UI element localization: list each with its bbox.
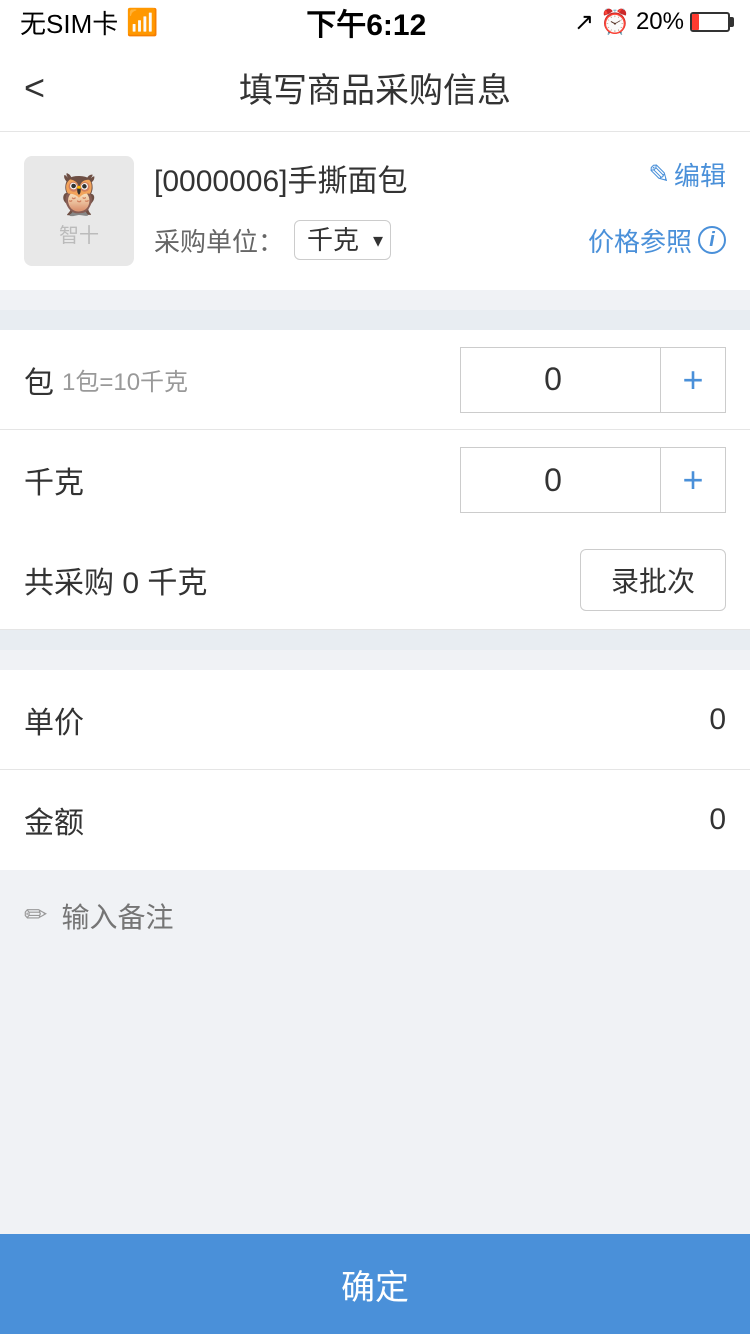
- kg-plus-button[interactable]: +: [660, 447, 726, 513]
- location-icon: ↗: [574, 8, 594, 37]
- product-name: [0000006]手撕面包: [154, 156, 407, 200]
- bag-plus-button[interactable]: +: [660, 347, 726, 413]
- nav-bar: < 填写商品采购信息: [0, 44, 750, 132]
- kg-input-control: +: [460, 447, 726, 513]
- edit-icon: ✎: [648, 159, 670, 190]
- bag-sublabel: 1包=10千克: [62, 362, 460, 397]
- input-section: 包 1包=10千克 + 千克 +: [0, 330, 750, 530]
- edit-button[interactable]: ✎ 编辑: [648, 156, 726, 193]
- product-card: 🦉 智十 [0000006]手撕面包 ✎ 编辑 采购单位： 千克 价格参照 i: [0, 132, 750, 290]
- unit-label: 采购单位：: [154, 222, 284, 259]
- battery-text: 20%: [636, 8, 684, 36]
- amount-row: 金额 0: [0, 770, 750, 870]
- confirm-button[interactable]: 确定: [0, 1234, 750, 1334]
- amount-value: 0: [709, 803, 726, 837]
- edit-label: 编辑: [674, 156, 726, 193]
- kg-label: 千克: [24, 458, 84, 502]
- status-time: 下午6:12: [306, 0, 426, 44]
- amount-label: 金额: [24, 798, 84, 842]
- product-image: 🦉 智十: [24, 156, 134, 266]
- info-section: 单价 0 金额 0: [0, 670, 750, 870]
- unit-row-left: 采购单位： 千克: [154, 220, 391, 260]
- product-thumbnail-label: 智十: [59, 219, 99, 248]
- section-divider-1: [0, 310, 750, 330]
- total-row: 共采购 0 千克 录批次: [0, 530, 750, 630]
- product-thumbnail-icon: 🦉: [54, 175, 104, 215]
- status-bar: 无SIM卡 📶 下午6:12 ↗ ⏰ 20%: [0, 0, 750, 44]
- kg-input-row: 千克 +: [0, 430, 750, 530]
- batch-button[interactable]: 录批次: [580, 549, 726, 611]
- section-divider-2: [0, 630, 750, 650]
- unit-select[interactable]: 千克: [294, 220, 391, 260]
- unit-select-wrapper[interactable]: 千克: [294, 220, 391, 260]
- wifi-icon: 📶: [126, 7, 158, 38]
- notes-input[interactable]: [61, 896, 726, 995]
- product-top-row: [0000006]手撕面包 ✎ 编辑: [154, 156, 726, 200]
- battery-icon: [690, 12, 730, 32]
- status-left: 无SIM卡 📶: [20, 4, 159, 41]
- back-button[interactable]: <: [24, 67, 45, 109]
- price-ref-icon: i: [698, 226, 726, 254]
- total-text: 共采购 0 千克: [24, 558, 207, 602]
- status-right: ↗ ⏰ 20%: [574, 8, 730, 37]
- unit-price-value: 0: [709, 703, 726, 737]
- unit-price-row: 单价 0: [0, 670, 750, 770]
- bag-input-row: 包 1包=10千克 +: [0, 330, 750, 430]
- product-unit-row: 采购单位： 千克 价格参照 i: [154, 220, 726, 260]
- bag-input-control: +: [460, 347, 726, 413]
- unit-price-label: 单价: [24, 698, 84, 742]
- bag-input[interactable]: [460, 347, 660, 413]
- battery-fill: [692, 14, 699, 30]
- kg-input[interactable]: [460, 447, 660, 513]
- product-info: [0000006]手撕面包 ✎ 编辑 采购单位： 千克 价格参照 i: [154, 156, 726, 260]
- price-ref-button[interactable]: 价格参照 i: [588, 222, 726, 259]
- notes-section: ✏: [0, 872, 750, 1019]
- bag-label: 包: [24, 358, 54, 402]
- carrier-text: 无SIM卡: [20, 4, 118, 41]
- price-ref-label: 价格参照: [588, 222, 692, 259]
- pencil-icon: ✏: [24, 898, 47, 931]
- page-title: 填写商品采购信息: [239, 63, 511, 112]
- alarm-icon: ⏰: [600, 8, 630, 37]
